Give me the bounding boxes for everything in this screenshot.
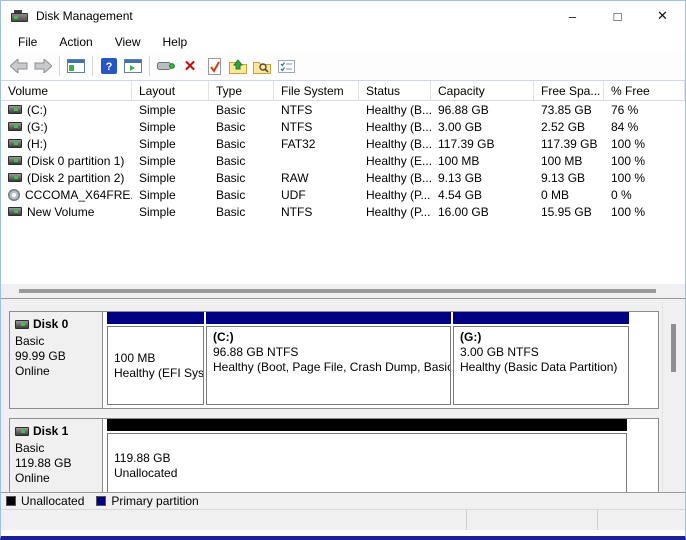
disk-volume-icon — [8, 122, 22, 131]
volume-list-hscrollbar[interactable] — [1, 284, 685, 298]
window-title: Disk Management — [36, 9, 133, 23]
disk1-header[interactable]: Disk 1 Basic 119.88 GB Online — [10, 419, 103, 492]
col-free-space[interactable]: Free Spa... — [534, 81, 604, 100]
disk0-partition-efi[interactable]: 100 MB Healthy (EFI Sys — [107, 312, 204, 408]
partition-color-bar — [107, 419, 627, 431]
disk1-size: 119.88 GB — [15, 456, 98, 471]
disk0-row: Disk 0 Basic 99.99 GB Online 100 MB Heal… — [9, 311, 659, 409]
show-action-pane-button[interactable] — [121, 54, 145, 78]
status-segment-1 — [1, 510, 467, 530]
up-folder-button[interactable] — [226, 54, 250, 78]
disk-management-window: Disk Management – □ ✕ File Action View H… — [0, 0, 686, 540]
hscrollbar-thumb[interactable] — [19, 289, 656, 293]
menu-view[interactable]: View — [104, 33, 152, 51]
disk-graph-pane: Disk 0 Basic 99.99 GB Online 100 MB Heal… — [1, 302, 685, 492]
disk-volume-icon — [8, 139, 22, 148]
help-icon: ? — [101, 58, 117, 74]
disk0-size: 99.99 GB — [15, 349, 98, 364]
minimize-button[interactable]: – — [550, 1, 595, 31]
menu-file[interactable]: File — [7, 33, 48, 51]
disk-management-app-icon — [11, 10, 28, 23]
volume-list-pane: Volume Layout Type File System Status Ca… — [1, 81, 685, 298]
forward-icon — [34, 59, 52, 73]
menu-bar: File Action View Help — [1, 31, 685, 52]
vscrollbar-thumb[interactable] — [671, 324, 676, 372]
disk-icon — [15, 427, 29, 436]
graph-pane-vscrollbar[interactable] — [662, 302, 683, 492]
partition-color-bar — [107, 312, 204, 324]
volume-row-disk2-part2[interactable]: (Disk 2 partition 2) Simple Basic RAW He… — [1, 169, 685, 186]
volume-row-h[interactable]: (H:) Simple Basic FAT32 Healthy (B... 11… — [1, 135, 685, 152]
disk1-status: Online — [15, 471, 98, 486]
up-folder-icon — [229, 59, 247, 74]
volume-table-body: (C:) Simple Basic NTFS Healthy (B... 96.… — [1, 101, 685, 284]
explore-folder-icon — [253, 59, 271, 74]
show-console-tree-button[interactable] — [64, 54, 88, 78]
col-status[interactable]: Status — [359, 81, 431, 100]
back-icon — [10, 59, 28, 73]
status-segment-3 — [598, 510, 685, 530]
volume-row-cccoma[interactable]: CCCOMA_X64FRE... Simple Basic UDF Health… — [1, 186, 685, 203]
device-icon — [157, 60, 175, 72]
disk-volume-icon — [8, 105, 22, 114]
disk1-name: Disk 1 — [33, 424, 68, 438]
properties-button[interactable] — [202, 54, 226, 78]
disk-volume-icon — [8, 156, 22, 165]
forward-button[interactable] — [31, 54, 55, 78]
close-button[interactable]: ✕ — [640, 1, 685, 31]
volume-row-disk0-part1[interactable]: (Disk 0 partition 1) Simple Basic Health… — [1, 152, 685, 169]
disk-volume-icon — [8, 207, 22, 216]
delete-icon: ✕ — [184, 57, 197, 75]
col-layout[interactable]: Layout — [132, 81, 209, 100]
status-segment-2 — [467, 510, 598, 530]
col-capacity[interactable]: Capacity — [431, 81, 534, 100]
task-list-button[interactable] — [274, 54, 298, 78]
menu-action[interactable]: Action — [48, 33, 103, 51]
disk1-kind: Basic — [15, 441, 98, 456]
status-bar — [1, 509, 685, 530]
title-bar: Disk Management – □ ✕ — [1, 1, 685, 31]
action-pane-icon — [124, 59, 142, 73]
disk0-partition-c[interactable]: (C:) 96.88 GB NTFS Healthy (Boot, Page F… — [206, 312, 451, 408]
console-tree-icon — [67, 59, 85, 73]
disk1-graph: 119.88 GB Unallocated — [103, 419, 658, 492]
maximize-button[interactable]: □ — [595, 1, 640, 31]
legend-bar: Unallocated Primary partition — [1, 492, 685, 509]
menu-help[interactable]: Help — [152, 33, 199, 51]
primary-partition-swatch — [96, 496, 106, 506]
disk0-header[interactable]: Disk 0 Basic 99.99 GB Online — [10, 312, 103, 408]
help-button[interactable]: ? — [97, 54, 121, 78]
volume-table-header: Volume Layout Type File System Status Ca… — [1, 81, 685, 101]
delete-volume-button[interactable]: ✕ — [178, 54, 202, 78]
device-button[interactable] — [154, 54, 178, 78]
volume-row-g[interactable]: (G:) Simple Basic NTFS Healthy (B... 3.0… — [1, 118, 685, 135]
task-list-icon — [278, 60, 295, 73]
partition-color-bar — [453, 312, 629, 324]
disk1-row: Disk 1 Basic 119.88 GB Online 119.88 GB … — [9, 418, 659, 492]
partition-color-bar — [206, 312, 451, 324]
disk0-kind: Basic — [15, 334, 98, 349]
volume-row-c[interactable]: (C:) Simple Basic NTFS Healthy (B... 96.… — [1, 101, 685, 118]
explore-folder-button[interactable] — [250, 54, 274, 78]
back-button[interactable] — [7, 54, 31, 78]
svg-text:?: ? — [106, 61, 113, 73]
volume-row-new-volume[interactable]: New Volume Simple Basic NTFS Healthy (P.… — [1, 203, 685, 220]
disk0-partition-g[interactable]: (G:) 3.00 GB NTFS Healthy (Basic Data Pa… — [453, 312, 629, 408]
check-document-icon — [207, 58, 222, 75]
disk0-name: Disk 0 — [33, 317, 68, 331]
col-file-system[interactable]: File System — [274, 81, 359, 100]
legend-unallocated: Unallocated — [6, 494, 84, 508]
disk-volume-icon — [8, 173, 22, 182]
legend-primary-partition: Primary partition — [96, 494, 198, 508]
disk0-status: Online — [15, 364, 98, 379]
unallocated-swatch — [6, 496, 16, 506]
disk-icon — [15, 320, 29, 329]
col-type[interactable]: Type — [209, 81, 274, 100]
toolbar: ? ✕ — [1, 52, 685, 81]
disk0-graph: 100 MB Healthy (EFI Sys (C:) 96.88 GB NT… — [103, 312, 658, 408]
col-volume[interactable]: Volume — [1, 81, 132, 100]
disk1-unallocated-region[interactable]: 119.88 GB Unallocated — [107, 419, 627, 492]
cd-rom-icon — [8, 189, 20, 201]
col-pct-free[interactable]: % Free — [604, 81, 685, 100]
